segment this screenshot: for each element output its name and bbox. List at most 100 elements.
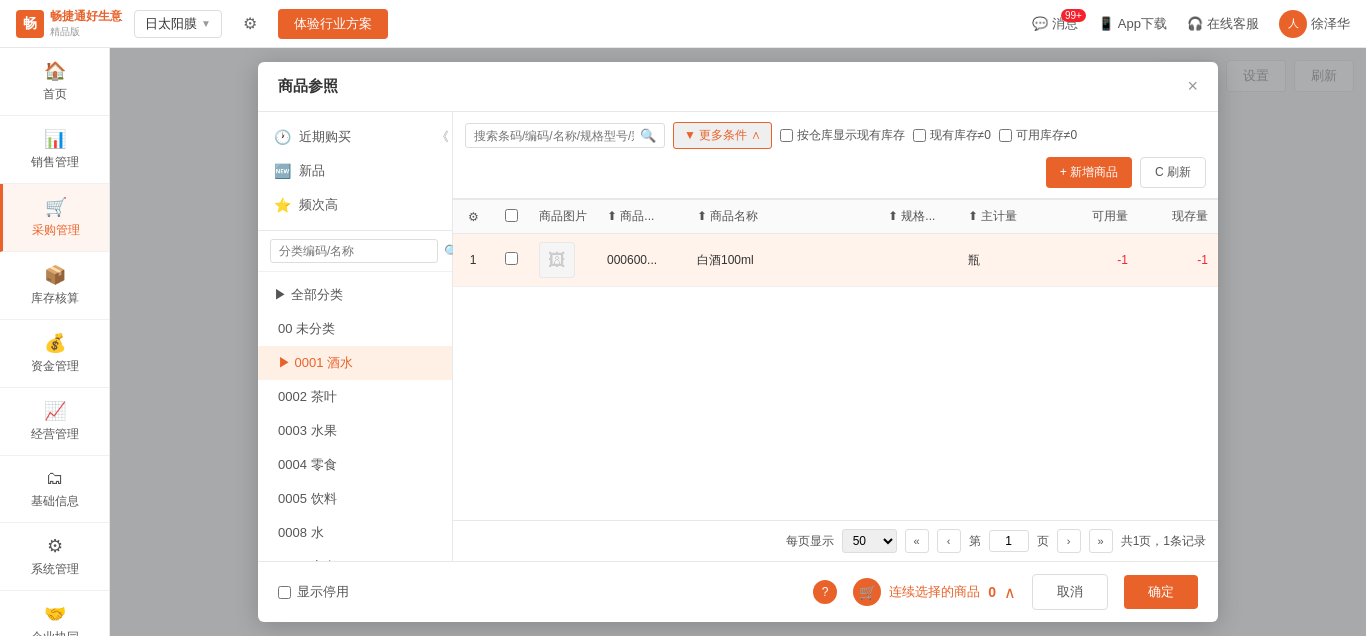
th-code[interactable]: ⬆ 商品... xyxy=(597,200,687,234)
cell-stock: -1 xyxy=(1138,234,1218,287)
category-00[interactable]: 00 未分类 xyxy=(258,312,452,346)
show-disabled-checkbox[interactable]: 显示停用 xyxy=(278,583,349,601)
th-unit[interactable]: ⬆ 主计量 xyxy=(958,200,1038,234)
prev-page-button[interactable]: ‹ xyxy=(937,529,961,553)
page-suffix-label: 页 xyxy=(1037,533,1049,550)
row-checkbox[interactable] xyxy=(505,252,518,265)
cat-0008-label: 0008 水 xyxy=(278,524,324,542)
category-0002[interactable]: 0002 茶叶 xyxy=(258,380,452,414)
cell-seq: 1 xyxy=(453,234,493,287)
sidebar-label-system: 系统管理 xyxy=(31,561,79,578)
tab-high-frequency[interactable]: ⭐ 频次高 xyxy=(258,188,452,222)
gear-button[interactable]: ⚙ xyxy=(234,8,266,40)
sidebar-item-inventory[interactable]: 📦 库存核算 xyxy=(0,252,109,320)
sidebar-item-sales[interactable]: 📊 销售管理 xyxy=(0,116,109,184)
logo-area[interactable]: 畅 畅捷通好生意 精品版 xyxy=(16,8,122,39)
cell-check[interactable] xyxy=(493,234,529,287)
home-icon: 🏠 xyxy=(44,60,66,82)
th-img: 商品图片 xyxy=(529,200,597,234)
sidebar-item-home[interactable]: 🏠 首页 xyxy=(0,48,109,116)
dialog-body: 🕐 近期购买 《 🆕 新品 ⭐ 频次高 xyxy=(258,112,1218,561)
page-size-select[interactable]: 50 10 20 100 xyxy=(842,529,897,553)
sidebar-item-basic[interactable]: 🗂 基础信息 xyxy=(0,456,109,523)
message-button[interactable]: 💬 消息 99+ xyxy=(1032,15,1078,33)
app-label: App下载 xyxy=(1118,15,1167,33)
experience-button[interactable]: 体验行业方案 xyxy=(278,9,388,39)
sidebar-item-finance[interactable]: 💰 资金管理 xyxy=(0,320,109,388)
cancel-button[interactable]: 取消 xyxy=(1032,574,1108,610)
category-search-input[interactable] xyxy=(270,239,438,263)
sidebar-item-system[interactable]: ⚙ 系统管理 xyxy=(0,523,109,591)
dialog-close-button[interactable]: × xyxy=(1187,76,1198,97)
sidebar-label-enterprise: 企业协同 xyxy=(31,629,79,636)
available-stock-checkbox[interactable] xyxy=(999,129,1012,142)
disabled-checkbox[interactable] xyxy=(278,586,291,599)
refresh-button[interactable]: C 刷新 xyxy=(1140,157,1206,188)
nav-selector[interactable]: 日太阳膜 ▼ xyxy=(134,10,222,38)
col-settings-icon[interactable]: ⚙ xyxy=(468,210,479,224)
service-label: 在线客服 xyxy=(1207,15,1259,33)
sidebar-item-purchase[interactable]: 🛒 采购管理 xyxy=(0,184,109,252)
next-page-button[interactable]: › xyxy=(1057,529,1081,553)
cell-code: 000600... xyxy=(597,234,687,287)
collapse-button[interactable]: 《 xyxy=(432,127,452,147)
select-all-checkbox[interactable] xyxy=(505,209,518,222)
current-stock-checkbox[interactable] xyxy=(913,129,926,142)
app-icon: 📱 xyxy=(1098,16,1114,31)
product-reference-dialog: 商品参照 × 🕐 近期购买 《 xyxy=(258,62,1218,622)
cart-area[interactable]: 🛒 连续选择的商品 0 ∧ xyxy=(853,578,1016,606)
product-table: ⚙ 商品图片 xyxy=(453,199,1218,287)
check-available-stock[interactable]: 可用库存≠0 xyxy=(999,127,1077,144)
right-panel: 🔍 ▼ 更多条件 ∧ 按仓库显示现有库存 现有库存≠0 xyxy=(453,112,1218,561)
th-name[interactable]: ⬆ 商品名称 xyxy=(687,200,878,234)
first-page-button[interactable]: « xyxy=(905,529,929,553)
check-warehouse-stock[interactable]: 按仓库显示现有库存 xyxy=(780,127,905,144)
category-0008[interactable]: 0008 水 xyxy=(258,516,452,550)
left-sidebar: 🏠 首页 📊 销售管理 🛒 采购管理 📦 库存核算 💰 资金管理 📈 经营管理 … xyxy=(0,48,110,636)
check-current-stock[interactable]: 现有库存≠0 xyxy=(913,127,991,144)
cat-0003-label: 0003 水果 xyxy=(278,422,337,440)
tab-recent-purchase[interactable]: 🕐 近期购买 xyxy=(258,120,367,154)
help-icon[interactable]: ? xyxy=(813,580,837,604)
product-search-icon[interactable]: 🔍 xyxy=(640,128,656,143)
logo-badge: 精品版 xyxy=(50,25,122,39)
add-product-button[interactable]: + 新增商品 xyxy=(1046,157,1132,188)
cart-label: 连续选择的商品 xyxy=(889,583,980,601)
th-spec[interactable]: ⬆ 规格... xyxy=(878,200,958,234)
avatar: 人 xyxy=(1279,10,1307,38)
cell-img: 🖼 xyxy=(529,234,597,287)
sidebar-item-operations[interactable]: 📈 经营管理 xyxy=(0,388,109,456)
cart-collapse-icon[interactable]: ∧ xyxy=(1004,583,1016,602)
service-icon: 🎧 xyxy=(1187,16,1203,31)
category-0004[interactable]: 0004 零食 xyxy=(258,448,452,482)
category-0010[interactable]: 0010 家电 xyxy=(258,550,452,561)
cat-0004-label: 0004 零食 xyxy=(278,456,337,474)
warehouse-stock-checkbox[interactable] xyxy=(780,129,793,142)
category-all[interactable]: ▶ 全部分类 xyxy=(258,278,452,312)
message-badge: 99+ xyxy=(1061,9,1086,22)
page-number-input[interactable] xyxy=(989,530,1029,552)
recent-purchase-icon: 🕐 xyxy=(274,129,291,145)
purchase-icon: 🛒 xyxy=(45,196,67,218)
tab-new-product[interactable]: 🆕 新品 xyxy=(258,154,452,188)
filter-button[interactable]: ▼ 更多条件 ∧ xyxy=(673,122,772,149)
cat-0002-label: 0002 茶叶 xyxy=(278,388,337,406)
content-area: 查询 设置 刷新 商品参照 × xyxy=(110,48,1366,636)
category-0005[interactable]: 0005 饮料 xyxy=(258,482,452,516)
app-download-button[interactable]: 📱 App下载 xyxy=(1098,15,1167,33)
table-row[interactable]: 1 🖼 xyxy=(453,234,1218,287)
th-avail: 可用量 xyxy=(1038,200,1138,234)
category-0003[interactable]: 0003 水果 xyxy=(258,414,452,448)
category-0001[interactable]: ▶ 0001 酒水 xyxy=(258,346,452,380)
th-spec-label: ⬆ 规格... xyxy=(888,209,935,223)
sidebar-item-enterprise[interactable]: 🤝 企业协同 xyxy=(0,591,109,636)
th-stock: 现存量 xyxy=(1138,200,1218,234)
user-avatar-button[interactable]: 人 徐泽华 xyxy=(1279,10,1350,38)
cart-count: 0 xyxy=(988,584,996,600)
service-button[interactable]: 🎧 在线客服 xyxy=(1187,15,1259,33)
last-page-button[interactable]: » xyxy=(1089,529,1113,553)
sales-icon: 📊 xyxy=(44,128,66,150)
sidebar-label-finance: 资金管理 xyxy=(31,358,79,375)
product-search-input[interactable] xyxy=(474,129,634,143)
confirm-button[interactable]: 确定 xyxy=(1124,575,1198,609)
